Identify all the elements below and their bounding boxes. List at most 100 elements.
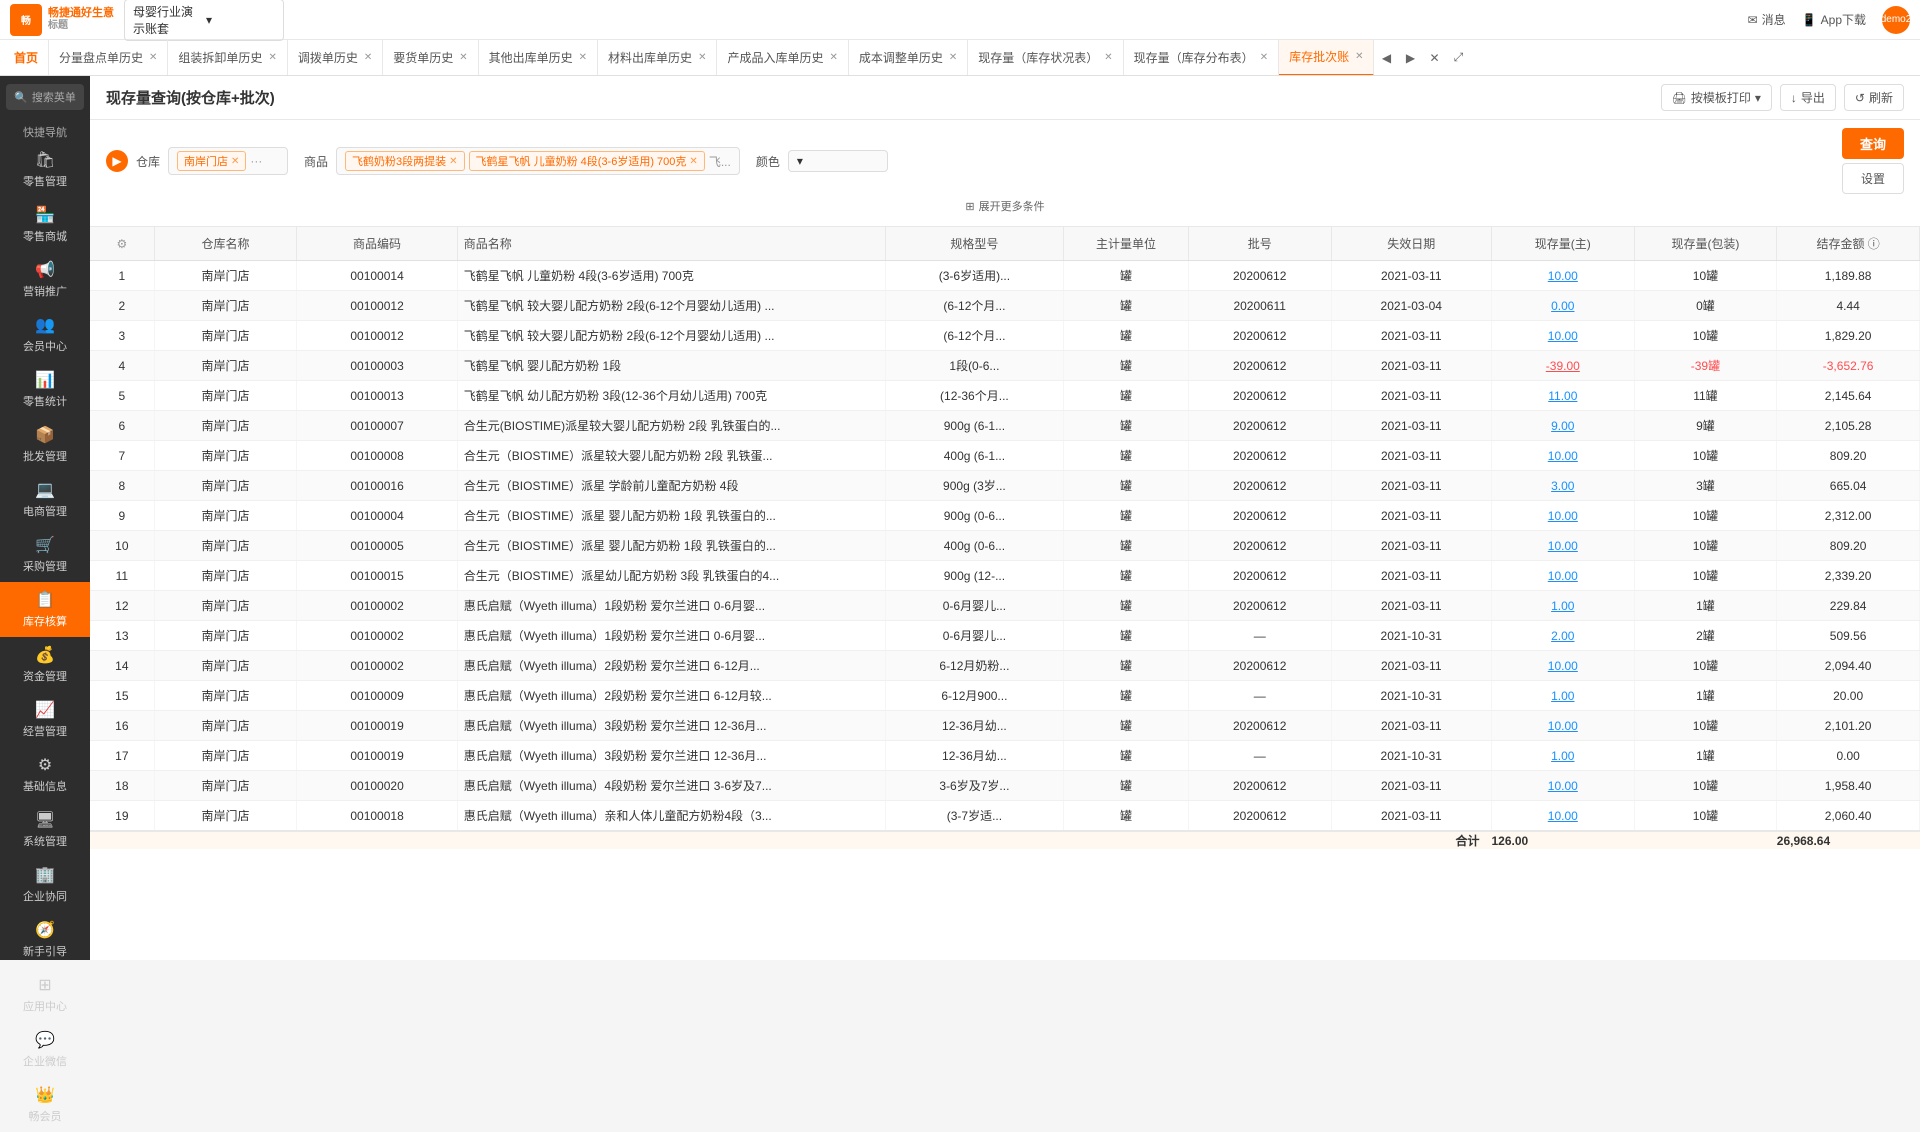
sidebar-item-inventory[interactable]: 📋 库存核算 xyxy=(0,582,90,637)
sidebar-item-retail-shop[interactable]: 🏪 零售商城 xyxy=(0,197,90,252)
tab-close-icon[interactable]: ✕ xyxy=(698,52,706,63)
cell-warehouse: 南岸门店 xyxy=(154,771,297,801)
tab-prev-button[interactable]: ◀ xyxy=(1374,40,1398,76)
warehouse-tag: 南岸门店 ✕ xyxy=(177,151,246,171)
warehouse-tag-close-icon[interactable]: ✕ xyxy=(231,156,239,167)
sidebar-item-wholesale[interactable]: 📦 批发管理 xyxy=(0,417,90,472)
tab-material-out[interactable]: 材料出库单历史 ✕ xyxy=(598,40,717,76)
sidebar-item-operations[interactable]: 📈 经营管理 xyxy=(0,692,90,747)
workspace-selector[interactable]: 母婴行业演示账套 ▾ xyxy=(124,0,284,41)
cell-stock-main[interactable]: 9.00 xyxy=(1491,411,1634,441)
tab-disassembly[interactable]: 组装拆卸单历史 ✕ xyxy=(168,40,287,76)
tab-close-icon[interactable]: ✕ xyxy=(1260,52,1268,63)
sidebar-item-system[interactable]: 🖥 系统管理 xyxy=(0,802,90,857)
message-button[interactable]: ✉ 消息 xyxy=(1748,11,1786,28)
sidebar-item-vip[interactable]: 👑 畅会员 xyxy=(0,1077,90,1132)
cell-stock-main[interactable]: 10.00 xyxy=(1491,801,1634,832)
cell-stock-main[interactable]: 10.00 xyxy=(1491,711,1634,741)
cell-stock-main[interactable]: 10.00 xyxy=(1491,261,1634,291)
tab-close-icon[interactable]: ✕ xyxy=(149,52,157,63)
template-print-button[interactable]: 🖨 按模板打印 ▾ xyxy=(1661,84,1772,111)
cell-batch: — xyxy=(1188,681,1331,711)
cell-stock-main[interactable]: 10.00 xyxy=(1491,651,1634,681)
cell-stock-main[interactable]: 11.00 xyxy=(1491,381,1634,411)
cell-stock-main[interactable]: 10.00 xyxy=(1491,441,1634,471)
warehouse-more[interactable]: ··· xyxy=(250,154,262,168)
tab-stock-status[interactable]: 现存量（库存状况表） ✕ xyxy=(968,40,1123,76)
cell-stock-main[interactable]: 3.00 xyxy=(1491,471,1634,501)
cell-stock-main[interactable]: 0.00 xyxy=(1491,291,1634,321)
tab-home[interactable]: 首页 xyxy=(4,40,49,76)
setting-icon[interactable]: ⚙ xyxy=(116,237,127,251)
sidebar-item-purchase[interactable]: 🛒 采购管理 xyxy=(0,527,90,582)
cell-num: 11 xyxy=(90,561,154,591)
cell-stock-main[interactable]: 10.00 xyxy=(1491,771,1634,801)
sidebar-item-enterprise[interactable]: 🏢 企业协同 xyxy=(0,857,90,912)
sidebar-item-apps[interactable]: ⊞ 应用中心 xyxy=(0,967,90,1022)
table-row: 16 南岸门店 00100019 惠氏启赋（Wyeth illuma）3段奶粉 … xyxy=(90,711,1920,741)
sidebar-item-wechat[interactable]: 💬 企业微信 xyxy=(0,1022,90,1077)
cell-stock-main[interactable]: 1.00 xyxy=(1491,591,1634,621)
tab-close-icon[interactable]: ✕ xyxy=(459,52,467,63)
tab-close-icon[interactable]: ✕ xyxy=(268,52,276,63)
cell-spec: (3-6岁适用)... xyxy=(885,261,1063,291)
tab-requisition[interactable]: 要货单历史 ✕ xyxy=(383,40,478,76)
cell-stock-main[interactable]: -39.00 xyxy=(1491,351,1634,381)
user-avatar[interactable]: demo2 xyxy=(1882,6,1910,34)
product-tag-close-icon[interactable]: ✕ xyxy=(689,156,697,167)
query-button[interactable]: 查询 xyxy=(1842,128,1904,159)
cell-stock-main[interactable]: 1.00 xyxy=(1491,681,1634,711)
refresh-button[interactable]: ↺ 刷新 xyxy=(1844,84,1904,111)
tab-batch-voucher[interactable]: 库存批次账 ✕ xyxy=(1279,40,1374,76)
setting-button[interactable]: 设置 xyxy=(1842,163,1904,194)
tab-close-icon[interactable]: ✕ xyxy=(829,52,837,63)
cell-stock-main[interactable]: 1.00 xyxy=(1491,741,1634,771)
cell-stock-main[interactable]: 10.00 xyxy=(1491,501,1634,531)
tab-other-out[interactable]: 其他出库单历史 ✕ xyxy=(479,40,598,76)
sidebar-item-marketing[interactable]: 📢 营销推广 xyxy=(0,252,90,307)
tab-split-history[interactable]: 分量盘点单历史 ✕ xyxy=(49,40,168,76)
cell-stock-main[interactable]: 10.00 xyxy=(1491,321,1634,351)
table-row: 5 南岸门店 00100013 飞鹤星飞帆 幼儿配方奶粉 3段(12-36个月幼… xyxy=(90,381,1920,411)
cell-batch: 20200612 xyxy=(1188,531,1331,561)
tab-fullscreen-button[interactable]: ⤢ xyxy=(1446,40,1470,76)
product-more[interactable]: 飞... xyxy=(709,153,731,170)
filter-toggle-button[interactable]: ▶ xyxy=(106,150,128,172)
filter-expand-row[interactable]: ⊞ 展开更多条件 xyxy=(106,194,1904,218)
sidebar-item-basic[interactable]: ⚙ 基础信息 xyxy=(0,747,90,802)
sidebar-item-retail[interactable]: 🛍 零售管理 xyxy=(0,142,90,197)
sidebar-item-retail-stats[interactable]: 📊 零售统计 xyxy=(0,362,90,417)
tab-close-icon[interactable]: ✕ xyxy=(1355,51,1363,62)
tab-cost-adjust[interactable]: 成本调整单历史 ✕ xyxy=(849,40,968,76)
product-tag-close-icon[interactable]: ✕ xyxy=(449,156,457,167)
cell-stock-main[interactable]: 10.00 xyxy=(1491,531,1634,561)
warehouse-filter-tags[interactable]: 南岸门店 ✕ ··· xyxy=(168,147,288,175)
tab-close-icon[interactable]: ✕ xyxy=(579,52,587,63)
sidebar-item-ecommerce[interactable]: 💻 电商管理 xyxy=(0,472,90,527)
cell-code: 00100019 xyxy=(297,741,457,771)
cell-code: 00100002 xyxy=(297,621,457,651)
tab-next-button[interactable]: ▶ xyxy=(1398,40,1422,76)
tab-close-icon[interactable]: ✕ xyxy=(364,52,372,63)
filter-area: ▶ 仓库 南岸门店 ✕ ··· 商品 飞鹤奶粉3段两提装 ✕ 飞 xyxy=(90,120,1920,227)
sidebar-item-guide[interactable]: 🧭 新手引导 xyxy=(0,912,90,967)
color-filter-input[interactable]: ▾ xyxy=(788,150,888,172)
cell-stock-pkg: 10罐 xyxy=(1634,771,1777,801)
tab-product-in[interactable]: 产成品入库单历史 ✕ xyxy=(717,40,848,76)
search-button[interactable]: 🔍 搜索英单 xyxy=(6,84,84,110)
tab-stock-dist[interactable]: 现存量（库存分布表） ✕ xyxy=(1124,40,1279,76)
sidebar-item-finance[interactable]: 💰 资金管理 xyxy=(0,637,90,692)
marketing-icon: 📢 xyxy=(35,260,55,280)
cell-name: 惠氏启赋（Wyeth illuma）2段奶粉 爱尔兰进口 6-12月较... xyxy=(457,681,885,711)
product-filter-tags[interactable]: 飞鹤奶粉3段两提装 ✕ 飞鹤星飞帆 儿童奶粉 4段(3-6岁适用) 700克 ✕… xyxy=(336,147,740,175)
cell-stock-main[interactable]: 2.00 xyxy=(1491,621,1634,651)
cell-stock-main[interactable]: 10.00 xyxy=(1491,561,1634,591)
tab-close-current-button[interactable]: ✕ xyxy=(1422,40,1446,76)
sidebar-item-member[interactable]: 👥 会员中心 xyxy=(0,307,90,362)
tab-close-icon[interactable]: ✕ xyxy=(949,52,957,63)
app-download-button[interactable]: 📱 App下载 xyxy=(1802,11,1866,28)
export-button[interactable]: ↓ 导出 xyxy=(1780,84,1836,111)
tab-mix[interactable]: 调拨单历史 ✕ xyxy=(288,40,383,76)
tab-close-icon[interactable]: ✕ xyxy=(1104,52,1112,63)
search-label: 搜索英单 xyxy=(32,89,76,105)
